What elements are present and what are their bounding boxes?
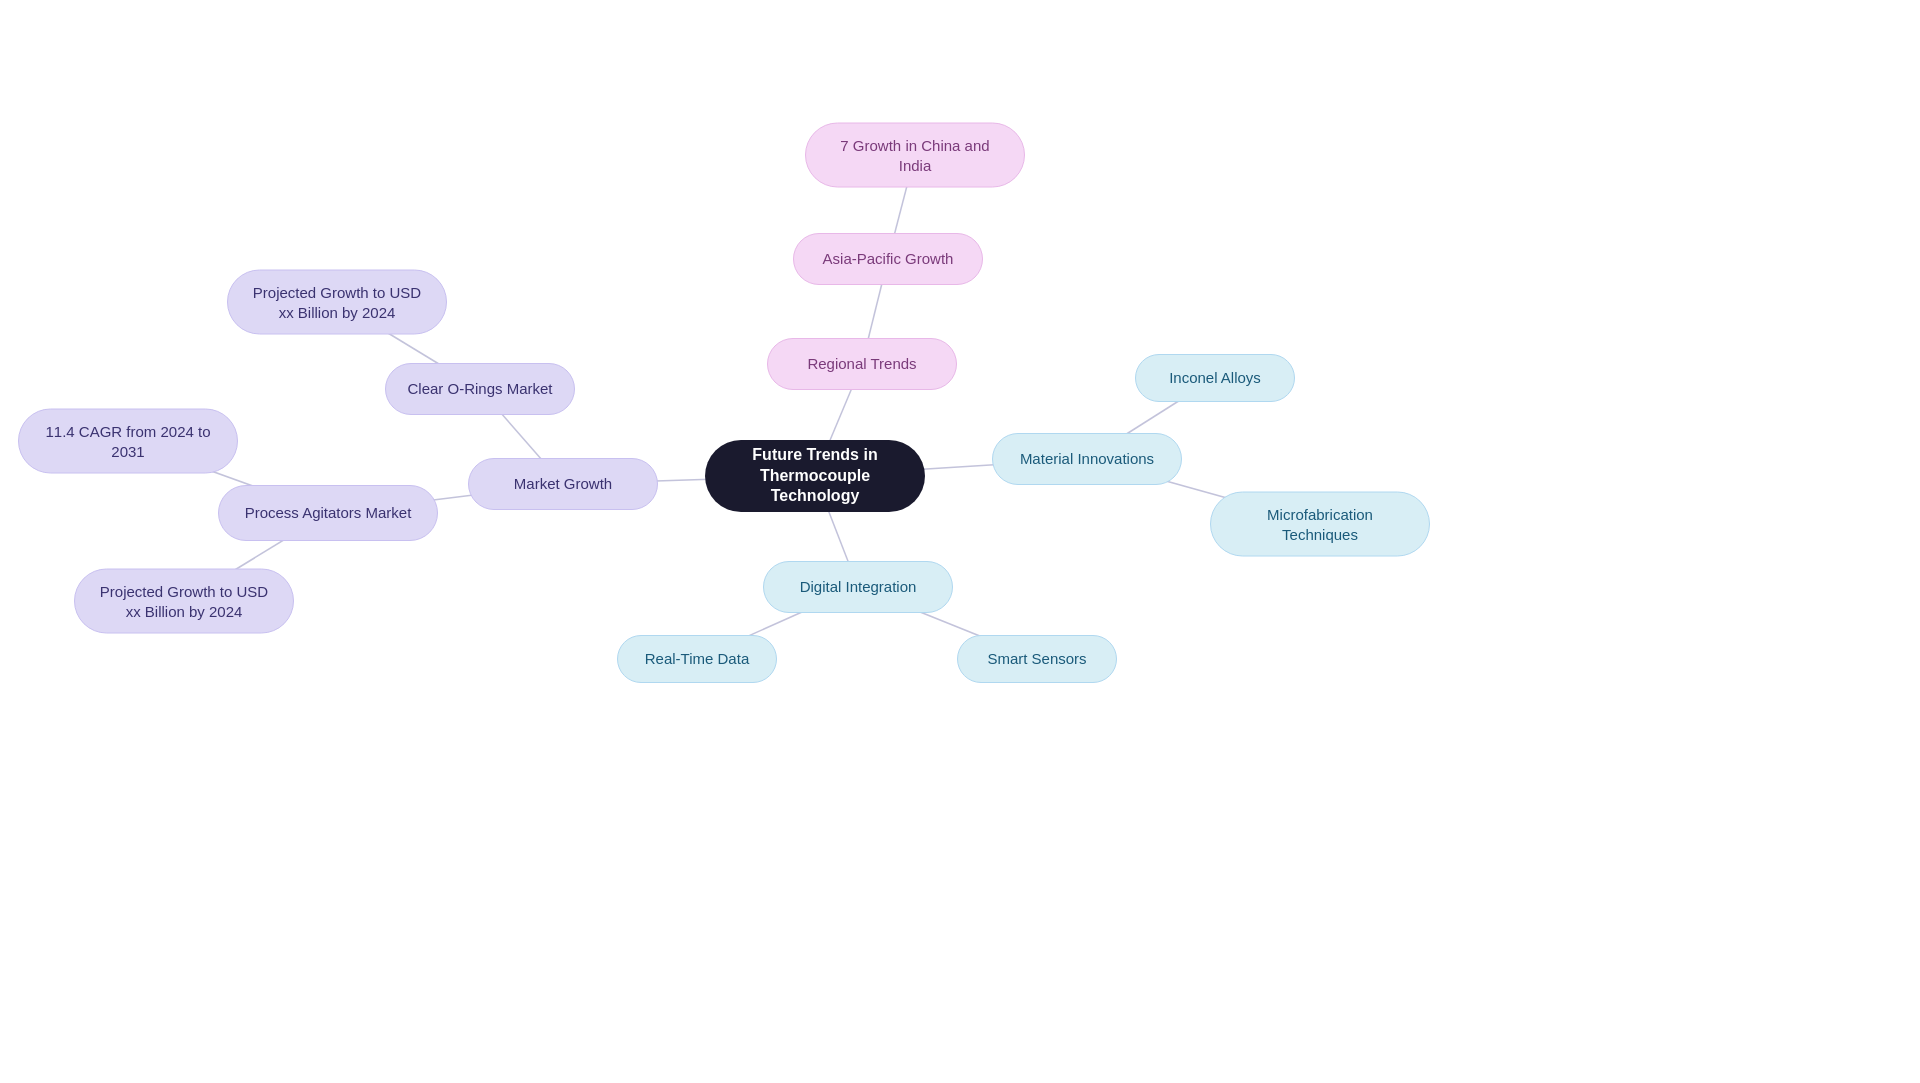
smart-sensors-node[interactable]: Smart Sensors [957,635,1117,683]
real-time-data-node[interactable]: Real-Time Data [617,635,777,683]
clear-orings-node[interactable]: Clear O-Rings Market [385,363,575,415]
inconel-alloys-node[interactable]: Inconel Alloys [1135,354,1295,402]
projected-growth-1-node[interactable]: Projected Growth to USD xx Billion by 20… [227,270,447,335]
cagr-node[interactable]: 11.4 CAGR from 2024 to 2031 [18,409,238,474]
digital-integration-node[interactable]: Digital Integration [763,561,953,613]
microfabrication-node[interactable]: Microfabrication Techniques [1210,492,1430,557]
projected-growth-2-node[interactable]: Projected Growth to USD xx Billion by 20… [74,569,294,634]
regional-trends-node[interactable]: Regional Trends [767,338,957,390]
material-innovations-node[interactable]: Material Innovations [992,433,1182,485]
process-agitators-node[interactable]: Process Agitators Market [218,485,438,541]
center-node[interactable]: Future Trends in Thermocouple Technology [705,440,925,512]
market-growth-node[interactable]: Market Growth [468,458,658,510]
china-india-node[interactable]: 7 Growth in China and India [805,123,1025,188]
asia-pacific-node[interactable]: Asia-Pacific Growth [793,233,983,285]
